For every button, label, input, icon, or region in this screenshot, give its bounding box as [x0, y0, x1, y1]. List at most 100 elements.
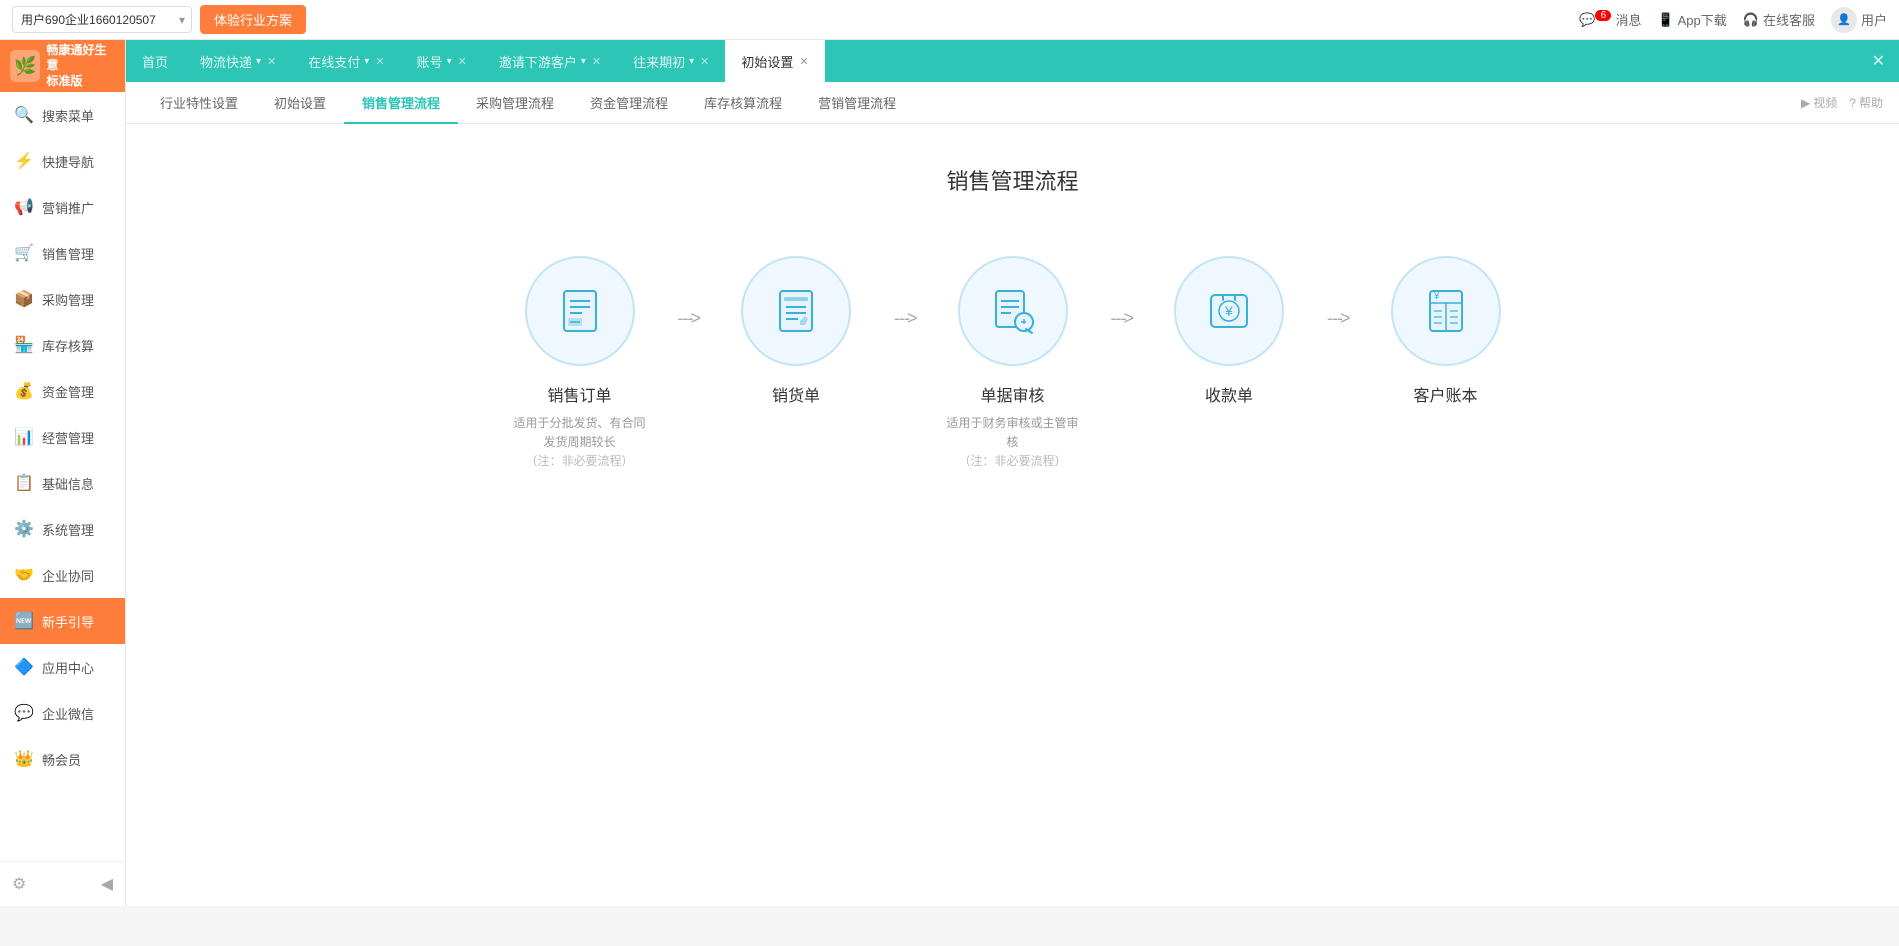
sidebar-item-guide[interactable]: 🆕 新手引导: [0, 598, 125, 644]
arrow-icon: - - ->: [678, 308, 699, 329]
page-title: 销售管理流程: [946, 164, 1078, 196]
service-item[interactable]: 🎧 在线客服: [1743, 10, 1815, 29]
sidebar-item-cooperation[interactable]: 🤝 企业协同: [0, 552, 125, 598]
sidebar-wechat-label: 企业微信: [42, 704, 94, 723]
subtab-sales-flow[interactable]: 销售管理流程: [344, 82, 458, 124]
subtab-finance-flow-label: 资金管理流程: [590, 93, 668, 112]
logo-icon: 🌿: [10, 50, 40, 82]
close-icon[interactable]: ✕: [458, 55, 467, 68]
sidebar-item-wechat[interactable]: 💬 企业微信: [0, 690, 125, 736]
subtab-finance-flow[interactable]: 资金管理流程: [572, 82, 686, 124]
nav-tab-logistics[interactable]: 物流快递 ▾ ✕: [184, 40, 292, 82]
nav-tab-period[interactable]: 往来期初 ▾ ✕: [617, 40, 725, 82]
sidebar-search-label: 搜索菜单: [42, 106, 94, 125]
help-button[interactable]: ? 帮助: [1849, 94, 1883, 111]
nav-tab-init[interactable]: 初始设置 ✕: [725, 40, 824, 82]
nav-tab-invite[interactable]: 邀请下游客户 ▾ ✕: [483, 40, 617, 82]
sub-tabs-right: ▶ 视频 ? 帮助: [1801, 94, 1883, 111]
sidebar-item-member[interactable]: 👑 畅会员: [0, 736, 125, 782]
sidebar-item-operations[interactable]: 📊 经营管理: [0, 414, 125, 460]
subtab-inventory-flow-label: 库存核算流程: [704, 93, 782, 112]
wechat-icon: 💬: [14, 703, 34, 723]
guide-icon: 🆕: [14, 611, 34, 631]
video-help-button[interactable]: ▶ 视频: [1801, 94, 1837, 111]
sidebar-system-label: 系统管理: [42, 520, 94, 539]
chevron-down-icon: ▾: [447, 56, 452, 67]
nav-tab-payment[interactable]: 在线支付 ▾ ✕: [292, 40, 400, 82]
flow-arrow-4: - - ->: [1319, 308, 1356, 329]
user-display-name: 用户: [1861, 10, 1887, 29]
sidebar-item-quick[interactable]: ⚡ 快捷导航: [0, 138, 125, 184]
sidebar-sales-label: 销售管理: [42, 244, 94, 263]
content-area: 销售管理流程 销售订单 适用于分批发货、有合同发货周期较长（注：非必要流程）: [126, 124, 1899, 906]
close-icon[interactable]: ✕: [799, 55, 808, 68]
app-download-item[interactable]: 📱 App下载: [1657, 10, 1726, 29]
app-center-icon: 🔷: [14, 657, 34, 677]
subtab-marketing-flow[interactable]: 营销管理流程: [800, 82, 914, 124]
chevron-down-icon: ▾: [581, 56, 586, 67]
subtab-marketing-flow-label: 营销管理流程: [818, 93, 896, 112]
sidebar-item-system[interactable]: ⚙️ 系统管理: [0, 506, 125, 552]
headset-icon: 🎧: [1743, 12, 1759, 28]
flow-arrow-1: - - ->: [670, 308, 707, 329]
settings-bottom-button[interactable]: ⚙: [8, 870, 30, 898]
close-icon[interactable]: ✕: [592, 55, 601, 68]
message-icon: 💬: [1579, 12, 1595, 28]
step-title-ledger: 客户账本: [1413, 382, 1477, 406]
subtab-inventory-flow[interactable]: 库存核算流程: [686, 82, 800, 124]
nav-tab-invite-label: 邀请下游客户: [499, 52, 577, 71]
sidebar-app-center-label: 应用中心: [42, 658, 94, 677]
close-all-tabs-button[interactable]: ✕: [1858, 51, 1899, 71]
sidebar-item-sales[interactable]: 🛒 销售管理: [0, 230, 125, 276]
experience-button[interactable]: 体验行业方案: [200, 5, 306, 34]
quick-icon: ⚡: [14, 151, 34, 171]
sales-invoice-icon: [770, 285, 822, 337]
sales-icon: 🛒: [14, 243, 34, 263]
finance-icon: 💰: [14, 381, 34, 401]
marketing-icon: 📢: [14, 197, 34, 217]
search-icon: 🔍: [14, 105, 34, 125]
sidebar-item-app-center[interactable]: 🔷 应用中心: [0, 644, 125, 690]
nav-tab-home-label: 首页: [142, 52, 168, 71]
sidebar-item-marketing[interactable]: 📢 营销推广: [0, 184, 125, 230]
nav-tab-account-label: 账号: [417, 52, 443, 71]
ledger-circle[interactable]: ¥: [1391, 256, 1501, 366]
sidebar-marketing-label: 营销推广: [42, 198, 94, 217]
avatar: 👤: [1831, 7, 1857, 33]
nav-tab-account[interactable]: 账号 ▾ ✕: [401, 40, 483, 82]
collapse-button[interactable]: ◀: [97, 870, 117, 898]
subtab-sales-flow-label: 销售管理流程: [362, 93, 440, 112]
sidebar-item-basic[interactable]: 📋 基础信息: [0, 460, 125, 506]
close-icon[interactable]: ✕: [700, 55, 709, 68]
purchase-icon: 📦: [14, 289, 34, 309]
receipt-icon: ¥: [1203, 285, 1255, 337]
close-icon[interactable]: ✕: [375, 55, 384, 68]
user-selector[interactable]: 用户690企业1660120507: [12, 6, 192, 33]
sales-order-circle[interactable]: [525, 256, 635, 366]
message-icon-item[interactable]: 💬 6 消息: [1579, 10, 1641, 29]
subtab-init[interactable]: 初始设置: [256, 82, 344, 124]
nav-tabs: 首页 物流快递 ▾ ✕ 在线支付 ▾ ✕ 账号 ▾ ✕ 邀请下游客户 ▾ ✕ 往…: [126, 40, 1899, 82]
sales-invoice-circle[interactable]: [741, 256, 851, 366]
operations-icon: 📊: [14, 427, 34, 447]
receipt-circle[interactable]: ¥: [1174, 256, 1284, 366]
sidebar-item-search[interactable]: 🔍 搜索菜单: [0, 92, 125, 138]
sidebar-purchase-label: 采购管理: [42, 290, 94, 309]
nav-tab-home[interactable]: 首页: [126, 40, 184, 82]
sidebar-cooperation-label: 企业协同: [42, 566, 94, 585]
help-icon: ?: [1849, 96, 1856, 110]
top-bar-right: 💬 6 消息 📱 App下载 🎧 在线客服 👤 用户: [1579, 7, 1887, 33]
close-icon[interactable]: ✕: [267, 55, 276, 68]
subtab-purchase-flow[interactable]: 采购管理流程: [458, 82, 572, 124]
nav-tab-period-label: 往来期初: [633, 52, 685, 71]
cooperation-icon: 🤝: [14, 565, 34, 585]
sidebar-item-inventory[interactable]: 🏪 库存核算: [0, 322, 125, 368]
audit-circle[interactable]: [958, 256, 1068, 366]
subtab-industry[interactable]: 行业特性设置: [142, 82, 256, 124]
sidebar-item-purchase[interactable]: 📦 采购管理: [0, 276, 125, 322]
subtab-init-label: 初始设置: [274, 93, 326, 112]
sidebar-nav: 🔍 搜索菜单 ⚡ 快捷导航 📢 营销推广 🛒 销售管理 📦 采购管理 🏪 库存核…: [0, 92, 125, 861]
sidebar-item-finance[interactable]: 💰 资金管理: [0, 368, 125, 414]
user-avatar-item[interactable]: 👤 用户: [1831, 7, 1887, 33]
flow-arrow-3: - - ->: [1103, 308, 1140, 329]
